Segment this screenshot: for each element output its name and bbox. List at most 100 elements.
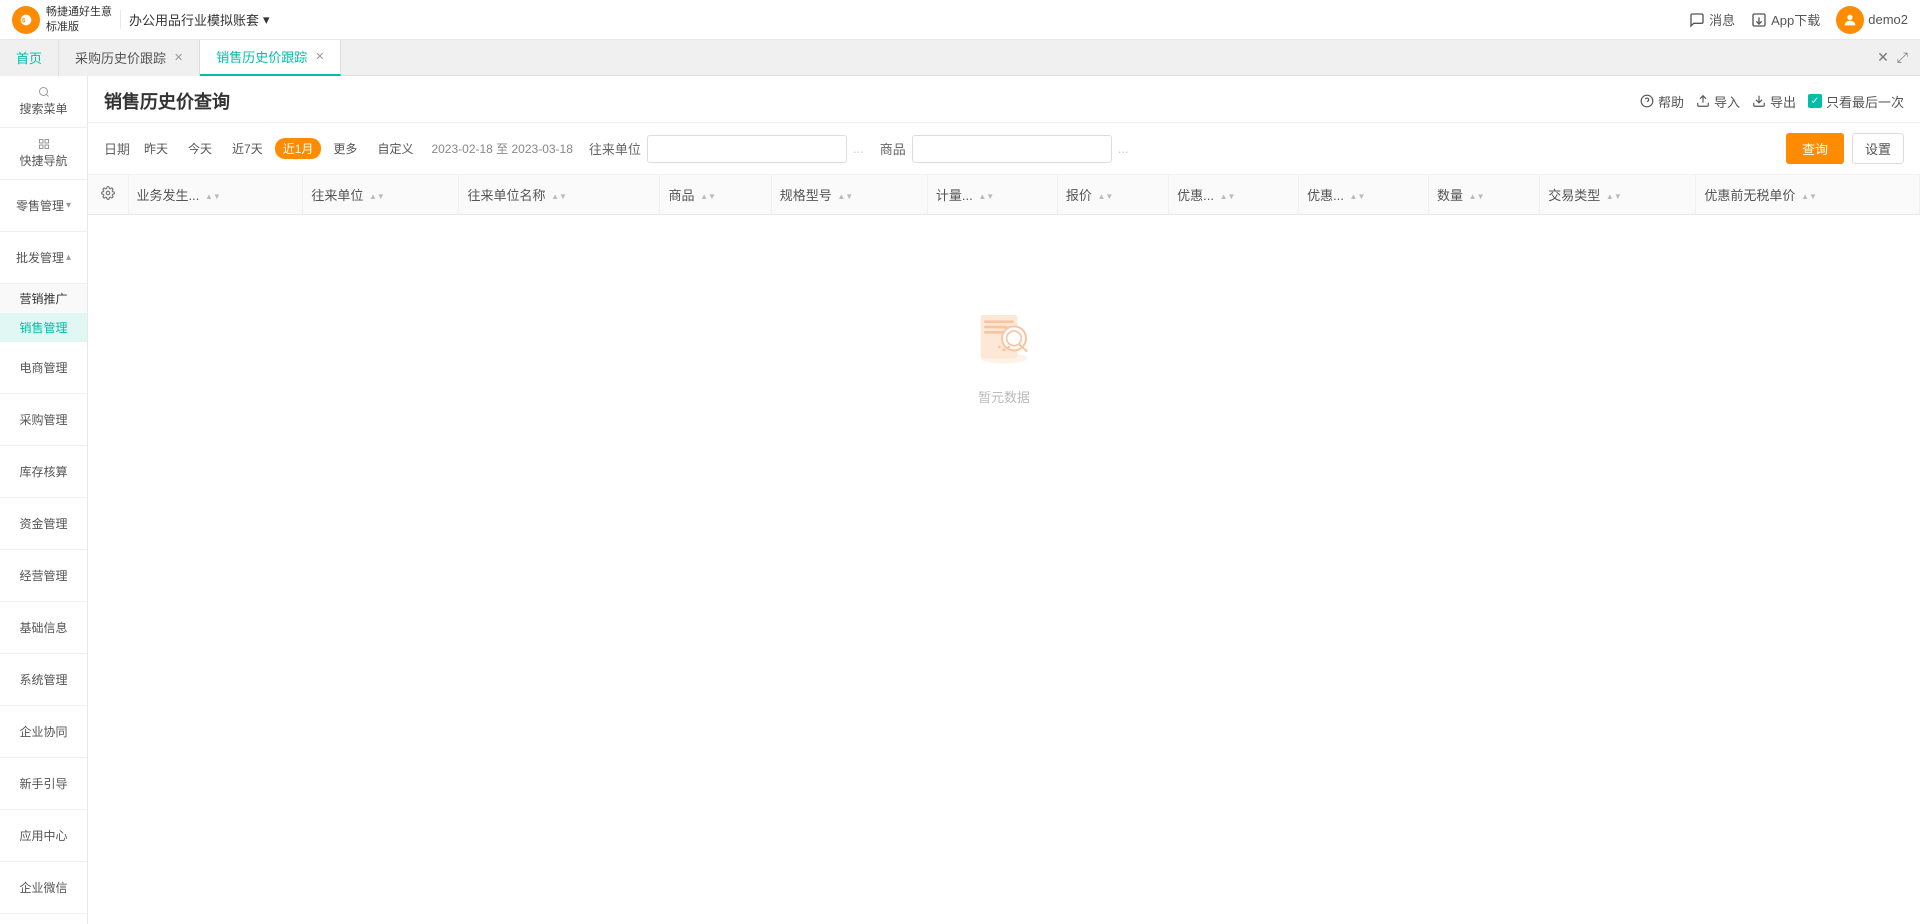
title-actions: 帮助 导入 导出 ✓ 只看最后一次 bbox=[1640, 92, 1904, 111]
message-action[interactable]: 消息 bbox=[1689, 10, 1735, 29]
partner-label: 往来单位 bbox=[589, 139, 641, 158]
date-btn-7days[interactable]: 近7天 bbox=[224, 138, 271, 159]
goods-input[interactable] bbox=[912, 135, 1112, 163]
sidebar-item-app-center[interactable]: 应用中心 bbox=[0, 810, 87, 862]
sort-icon[interactable]: ▲▼ bbox=[1350, 192, 1366, 201]
main-layout: 搜索菜单 快捷导航 零售管理 ▾ 批发管理 ▴ 营销推广 销售管理 电商管理 采… bbox=[0, 76, 1920, 924]
tab-sales-history[interactable]: 销售历史价跟踪 ✕ bbox=[200, 40, 341, 76]
export-action[interactable]: 导出 bbox=[1752, 92, 1796, 111]
tab-home[interactable]: 首页 bbox=[0, 40, 59, 76]
table-wrapper: 业务发生... ▲▼ 往来单位 ▲▼ 往来单位名称 ▲▼ 商品 bbox=[88, 175, 1920, 924]
date-btn-yesterday[interactable]: 昨天 bbox=[136, 138, 176, 159]
app-selector[interactable]: 办公用品行业模拟账套 ▾ bbox=[120, 10, 278, 29]
help-action[interactable]: 帮助 bbox=[1640, 92, 1684, 111]
data-table: 业务发生... ▲▼ 往来单位 ▲▼ 往来单位名称 ▲▼ 商品 bbox=[88, 175, 1920, 215]
import-action[interactable]: 导入 bbox=[1696, 92, 1740, 111]
sort-icon[interactable]: ▲▼ bbox=[1097, 192, 1113, 201]
date-label: 日期 bbox=[104, 139, 130, 158]
table-col-trade-type: 交易类型 ▲▼ bbox=[1540, 175, 1696, 215]
sidebar-item-new-guide[interactable]: 新手引导 bbox=[0, 758, 87, 810]
table-col-pre-tax-price: 优惠前无税单价 ▲▼ bbox=[1696, 175, 1920, 215]
tab-purchase-history[interactable]: 采购历史价跟踪 ✕ bbox=[59, 40, 200, 76]
sidebar-item-quick-nav[interactable]: 快捷导航 bbox=[0, 128, 87, 180]
table-col-spec: 规格型号 ▲▼ bbox=[771, 175, 927, 215]
partner-input[interactable] bbox=[647, 135, 847, 163]
sort-icon[interactable]: ▲▼ bbox=[978, 192, 994, 201]
logo-area: 6 畅捷通好生意 标准版 bbox=[12, 5, 112, 34]
chevron-icon: ▴ bbox=[66, 252, 71, 263]
sidebar-item-enterprise-collab[interactable]: 企业协同 bbox=[0, 706, 87, 758]
goods-dots[interactable]: ... bbox=[1118, 141, 1129, 156]
empty-state: 暂元数据 bbox=[88, 215, 1920, 486]
sidebar-item-marketing[interactable]: 营销推广 bbox=[0, 284, 87, 313]
table-col-discount-amt: 优惠... ▲▼ bbox=[1299, 175, 1429, 215]
date-shortcuts: 昨天 今天 近7天 近1月 更多 自定义 bbox=[136, 138, 421, 159]
sort-icon[interactable]: ▲▼ bbox=[1220, 192, 1236, 201]
maximize-tab-action[interactable]: ⤢ bbox=[1897, 49, 1908, 66]
date-range-text: 2023-02-18 至 2023-03-18 bbox=[431, 140, 572, 157]
sidebar-item-system-mgmt[interactable]: 系统管理 bbox=[0, 654, 87, 706]
filter-bar: 日期 昨天 今天 近7天 近1月 更多 自定义 2023-02-18 至 202… bbox=[88, 123, 1920, 175]
settings-button[interactable]: 设置 bbox=[1852, 133, 1904, 164]
download-icon bbox=[1751, 12, 1767, 28]
filter-actions: 查询 设置 bbox=[1786, 133, 1904, 164]
goods-label: 商品 bbox=[880, 139, 906, 158]
sidebar-item-member[interactable]: 畅会员 bbox=[0, 914, 87, 924]
table-col-partner-name: 往来单位名称 ▲▼ bbox=[459, 175, 660, 215]
sort-icon[interactable]: ▲▼ bbox=[1469, 192, 1485, 201]
table-col-goods: 商品 ▲▼ bbox=[660, 175, 771, 215]
sort-icon[interactable]: ▲▼ bbox=[837, 192, 853, 201]
sidebar-item-finance-mgmt[interactable]: 资金管理 bbox=[0, 498, 87, 550]
sidebar-item-retail-mgmt[interactable]: 零售管理 ▾ bbox=[0, 180, 87, 232]
chevron-icon: ▾ bbox=[66, 200, 71, 211]
sidebar-item-basic-info[interactable]: 基础信息 bbox=[0, 602, 87, 654]
date-btn-more[interactable]: 更多 bbox=[325, 138, 365, 159]
content-area: 销售历史价查询 帮助 导入 导出 ✓ 只看最后一次 bbox=[88, 76, 1920, 924]
partner-filter-group: 往来单位 ... bbox=[589, 135, 864, 163]
sort-icon[interactable]: ▲▼ bbox=[1801, 192, 1817, 201]
only-last-checkbox[interactable]: ✓ 只看最后一次 bbox=[1808, 92, 1904, 111]
sort-icon[interactable]: ▲▼ bbox=[205, 192, 221, 201]
sidebar-item-biz-mgmt[interactable]: 经营管理 bbox=[0, 550, 87, 602]
date-btn-today[interactable]: 今天 bbox=[180, 138, 220, 159]
grid-icon bbox=[36, 138, 52, 150]
header-right: 消息 App下载 demo2 bbox=[1689, 6, 1908, 34]
search-icon bbox=[36, 86, 52, 98]
message-icon bbox=[1689, 12, 1705, 28]
top-header: 6 畅捷通好生意 标准版 办公用品行业模拟账套 ▾ 消息 App下载 demo2 bbox=[0, 0, 1920, 40]
user-profile[interactable]: demo2 bbox=[1836, 6, 1908, 34]
avatar bbox=[1836, 6, 1864, 34]
date-filter-group: 日期 昨天 今天 近7天 近1月 更多 自定义 2023-02-18 至 202… bbox=[104, 138, 573, 159]
sort-icon[interactable]: ▲▼ bbox=[1606, 192, 1622, 201]
date-btn-1month[interactable]: 近1月 bbox=[275, 138, 322, 159]
header-left: 6 畅捷通好生意 标准版 办公用品行业模拟账套 ▾ bbox=[12, 5, 278, 34]
table-col-quoted-price: 报价 ▲▼ bbox=[1057, 175, 1168, 215]
sidebar-item-search-menu[interactable]: 搜索菜单 bbox=[0, 76, 87, 128]
tab-close-purchase[interactable]: ✕ bbox=[174, 51, 183, 64]
query-button[interactable]: 查询 bbox=[1786, 133, 1844, 164]
sort-icon[interactable]: ▲▼ bbox=[551, 192, 567, 201]
sidebar-item-purchase-mgmt[interactable]: 采购管理 bbox=[0, 394, 87, 446]
app-download-action[interactable]: App下载 bbox=[1751, 10, 1820, 29]
tab-close-sales[interactable]: ✕ bbox=[315, 50, 324, 63]
sort-icon[interactable]: ▲▼ bbox=[369, 192, 385, 201]
table-col-quantity: 数量 ▲▼ bbox=[1429, 175, 1540, 215]
help-icon bbox=[1640, 94, 1654, 108]
page-title: 销售历史价查询 bbox=[104, 88, 230, 114]
sort-icon[interactable]: ▲▼ bbox=[700, 192, 716, 201]
table-col-gear[interactable] bbox=[88, 175, 128, 215]
sidebar: 搜索菜单 快捷导航 零售管理 ▾ 批发管理 ▴ 营销推广 销售管理 电商管理 采… bbox=[0, 76, 88, 924]
logo-icon: 6 bbox=[12, 6, 40, 34]
goods-filter-group: 商品 ... bbox=[880, 135, 1129, 163]
date-btn-custom[interactable]: 自定义 bbox=[369, 138, 421, 159]
export-icon bbox=[1752, 94, 1766, 108]
sidebar-item-ecommerce-mgmt[interactable]: 电商管理 bbox=[0, 342, 87, 394]
sidebar-item-wholesale-mgmt[interactable]: 批发管理 ▴ bbox=[0, 232, 87, 284]
close-tab-action[interactable]: ✕ bbox=[1877, 49, 1889, 66]
import-icon bbox=[1696, 94, 1710, 108]
partner-dots[interactable]: ... bbox=[853, 141, 864, 156]
table-col-discount-rate: 优惠... ▲▼ bbox=[1169, 175, 1299, 215]
sidebar-item-inventory[interactable]: 库存核算 bbox=[0, 446, 87, 498]
sidebar-item-enterprise-wechat[interactable]: 企业微信 bbox=[0, 862, 87, 914]
sidebar-item-sales-mgmt[interactable]: 销售管理 bbox=[0, 313, 87, 342]
